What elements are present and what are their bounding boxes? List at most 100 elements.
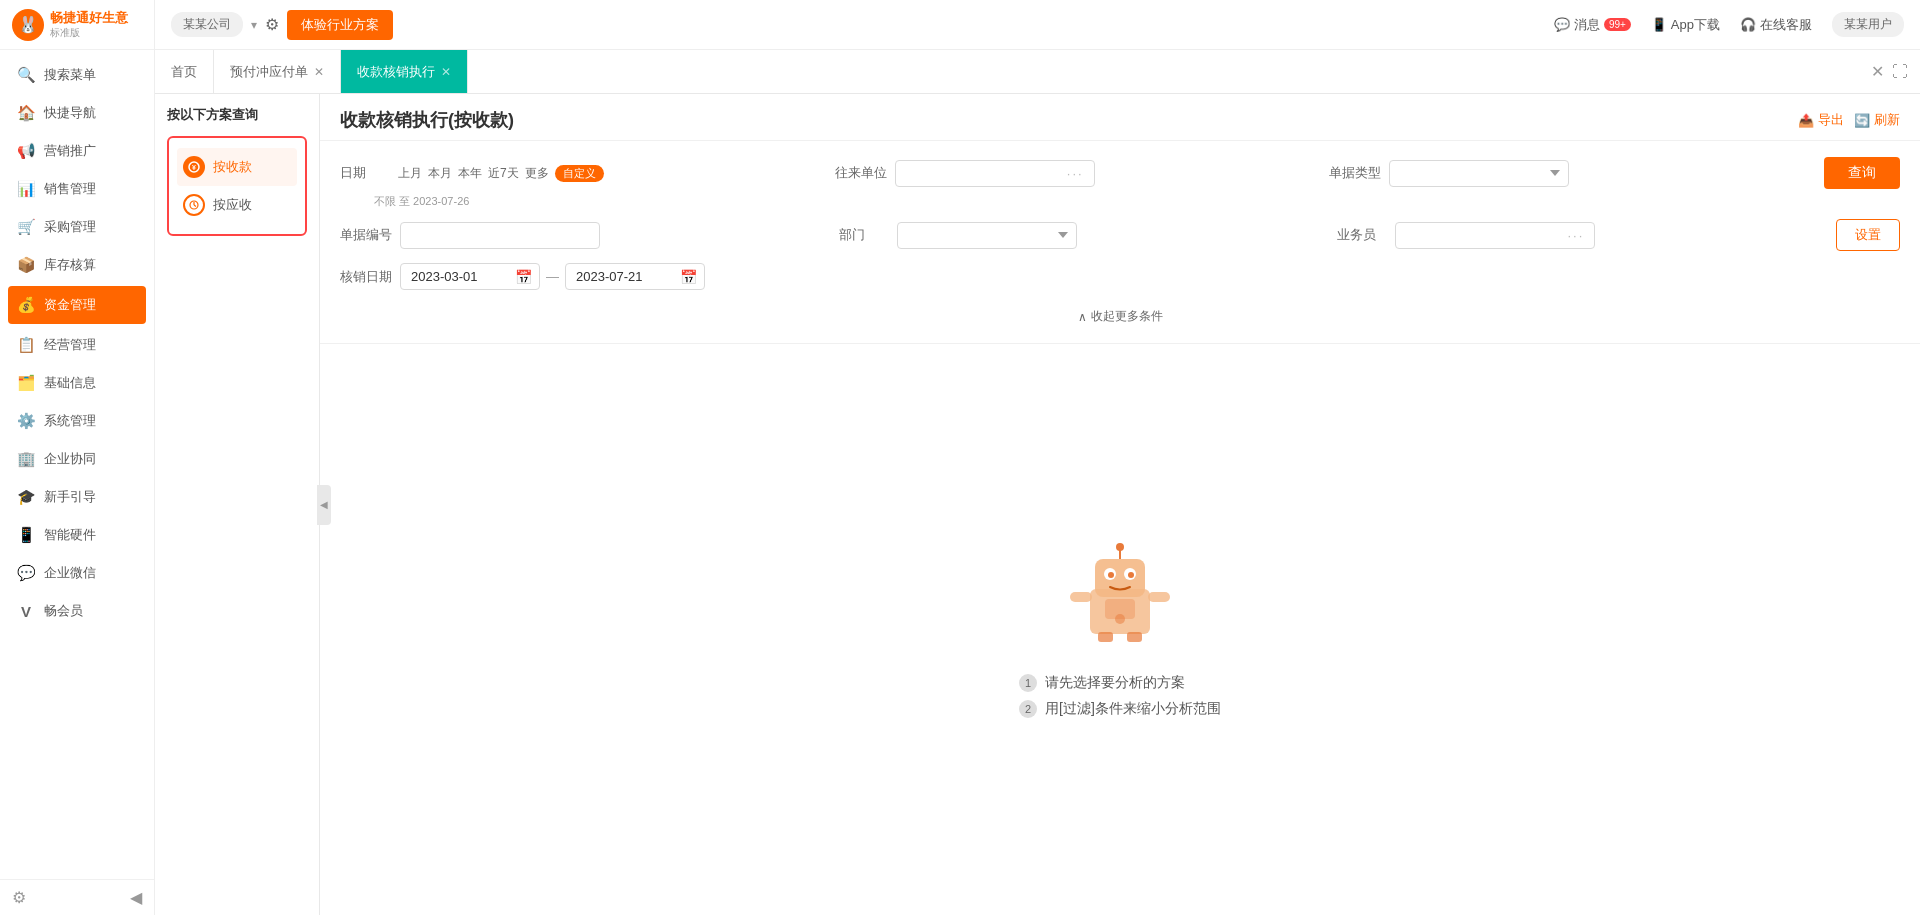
sidebar-item-guide[interactable]: 🎓 新手引导 (0, 478, 154, 516)
empty-illustration (1060, 534, 1180, 654)
management-icon: 📋 (16, 336, 36, 354)
sidebar-item-wechat[interactable]: 💬 企业微信 (0, 554, 154, 592)
refresh-button[interactable]: 🔄 刷新 (1854, 111, 1900, 129)
tab-receipt-close[interactable]: ✕ (441, 65, 451, 79)
home-icon: 🏠 (16, 104, 36, 122)
refresh-icon: 🔄 (1854, 113, 1870, 128)
footer-settings-icon[interactable]: ⚙ (12, 888, 26, 907)
sidebar-item-sales[interactable]: 📊 销售管理 (0, 170, 154, 208)
date-more[interactable]: 更多 (525, 165, 549, 182)
query-button[interactable]: 查询 (1824, 157, 1900, 189)
tab-home[interactable]: 首页 (155, 50, 214, 93)
bill-no-input[interactable] (400, 222, 600, 249)
empty-steps-list: 1 请先选择要分析的方案 2 用[过滤]条件来缩小分析范围 (1019, 674, 1221, 726)
step2-num: 2 (1019, 700, 1037, 718)
header-gear-icon[interactable]: ⚙ (265, 15, 279, 34)
online-service-action[interactable]: 🎧 在线客服 (1740, 16, 1812, 34)
sidebar-item-inventory[interactable]: 📦 库存核算 (0, 246, 154, 284)
department-select[interactable] (897, 222, 1077, 249)
department-label: 部门 (839, 226, 889, 244)
company-dropdown-icon[interactable]: ▾ (251, 18, 257, 32)
staff-dots: ··· (1568, 228, 1585, 243)
company-name-badge[interactable]: 某某公司 (171, 12, 243, 37)
app-download-action[interactable]: 📱 App下载 (1651, 16, 1720, 34)
sidebar-item-hardware[interactable]: 📱 智能硬件 (0, 516, 154, 554)
tab-prepay[interactable]: 预付冲应付单 ✕ (214, 50, 341, 93)
tabs-right-controls: ✕ ⛶ (1859, 50, 1920, 93)
date-7days[interactable]: 近7天 (488, 165, 519, 182)
date-custom-badge[interactable]: 自定义 (555, 165, 604, 182)
money-icon: ¥ (188, 161, 200, 173)
bill-type-label: 单据类型 (1329, 164, 1381, 182)
sidebar-item-search-menu[interactable]: 🔍 搜索菜单 (0, 56, 154, 94)
tab-fullscreen-icon[interactable]: ⛶ (1892, 63, 1908, 81)
bill-type-select[interactable] (1389, 160, 1569, 187)
header-right: 💬 消息 99+ 📱 App下载 🎧 在线客服 某某用户 (1554, 12, 1904, 37)
empty-step-2: 2 用[过滤]条件来缩小分析范围 (1019, 700, 1221, 718)
sidebar: 🐰 畅捷通好生意 标准版 🔍 搜索菜单 🏠 快捷导航 📢 营销推广 📊 销售管理… (0, 0, 155, 915)
collapse-more-btn[interactable]: ∧ 收起更多条件 (340, 302, 1900, 327)
settings-button[interactable]: 设置 (1836, 219, 1900, 251)
sidebar-item-member[interactable]: V 畅会员 (0, 592, 154, 630)
industry-button[interactable]: 体验行业方案 (287, 10, 393, 40)
sidebar-item-management[interactable]: 📋 经营管理 (0, 326, 154, 364)
tab-prepay-close[interactable]: ✕ (314, 65, 324, 79)
write-off-end-input[interactable] (565, 263, 705, 290)
messages-action[interactable]: 💬 消息 99+ (1554, 16, 1631, 34)
tabs-bar: 首页 预付冲应付单 ✕ 收款核销执行 ✕ ✕ ⛶ (155, 50, 1920, 94)
svg-rect-6 (1095, 559, 1145, 597)
purchase-icon: 🛒 (16, 218, 36, 236)
logo-text: 畅捷通好生意 标准版 (50, 10, 128, 40)
counterparty-input[interactable]: ··· (895, 160, 1095, 187)
sidebar-item-quick-nav[interactable]: 🏠 快捷导航 (0, 94, 154, 132)
hardware-icon: 📱 (16, 526, 36, 544)
form-row-3: 核销日期 📅 — 📅 (340, 263, 1900, 290)
finance-icon: 💰 (16, 296, 36, 314)
date-last-month[interactable]: 上月 (398, 165, 422, 182)
header-left: 某某公司 ▾ ⚙ 体验行业方案 (171, 10, 393, 40)
svg-point-12 (1116, 543, 1124, 551)
tab-close-all-icon[interactable]: ✕ (1871, 62, 1884, 81)
footer-collapse-icon[interactable]: ◀ (130, 888, 142, 907)
filter-by-receipt[interactable]: ¥ 按收款 (177, 148, 297, 186)
filter-by-receivable[interactable]: 按应收 (177, 186, 297, 224)
logo-icon: 🐰 (12, 9, 44, 41)
page-title-bar: 收款核销执行(按收款) 📤 导出 🔄 刷新 (320, 94, 1920, 141)
tab-receipt[interactable]: 收款核销执行 ✕ (341, 50, 468, 93)
write-off-start-wrap: 📅 (400, 263, 540, 290)
wechat-icon: 💬 (16, 564, 36, 582)
sidebar-item-system[interactable]: ⚙️ 系统管理 (0, 402, 154, 440)
filter-sidebar-title: 按以下方案查询 (167, 106, 307, 124)
sidebar-item-marketing[interactable]: 📢 营销推广 (0, 132, 154, 170)
sidebar-logo: 🐰 畅捷通好生意 标准版 (0, 0, 154, 50)
member-icon: V (16, 603, 36, 620)
date-dash: — (546, 269, 559, 284)
sidebar-item-basic-info[interactable]: 🗂️ 基础信息 (0, 364, 154, 402)
export-button[interactable]: 📤 导出 (1798, 111, 1844, 129)
sidebar-item-purchase[interactable]: 🛒 采购管理 (0, 208, 154, 246)
bill-no-label: 单据编号 (340, 226, 392, 244)
sidebar-item-finance[interactable]: 💰 资金管理 (8, 286, 146, 324)
staff-input[interactable]: ··· (1395, 222, 1595, 249)
write-off-date-group: 核销日期 📅 — 📅 (340, 263, 1900, 290)
write-off-start-input[interactable] (400, 263, 540, 290)
staff-group: 业务员 ··· (1337, 222, 1812, 249)
svg-rect-14 (1127, 632, 1142, 642)
counterparty-group: 往来单位 ··· (835, 160, 1306, 187)
export-icon: 📤 (1798, 113, 1814, 128)
user-avatar[interactable]: 某某用户 (1832, 12, 1904, 37)
main-area: 某某公司 ▾ ⚙ 体验行业方案 💬 消息 99+ 📱 App下载 🎧 在线客服 … (155, 0, 1920, 915)
empty-step-1: 1 请先选择要分析的方案 (1019, 674, 1221, 692)
filter-sidebar: 按以下方案查询 ¥ 按收款 (155, 94, 320, 915)
sidebar-item-enterprise[interactable]: 🏢 企业协同 (0, 440, 154, 478)
date-this-year[interactable]: 本年 (458, 165, 482, 182)
write-off-date-range: 📅 — 📅 (400, 263, 705, 290)
svg-rect-13 (1098, 632, 1113, 642)
date-this-month[interactable]: 本月 (428, 165, 452, 182)
filter-sidebar-collapse-btn[interactable]: ◀ (317, 485, 331, 525)
write-off-end-wrap: 📅 (565, 263, 705, 290)
app-icon: 📱 (1651, 17, 1667, 32)
clock-icon (188, 199, 200, 211)
system-icon: ⚙️ (16, 412, 36, 430)
staff-label: 业务员 (1337, 226, 1387, 244)
